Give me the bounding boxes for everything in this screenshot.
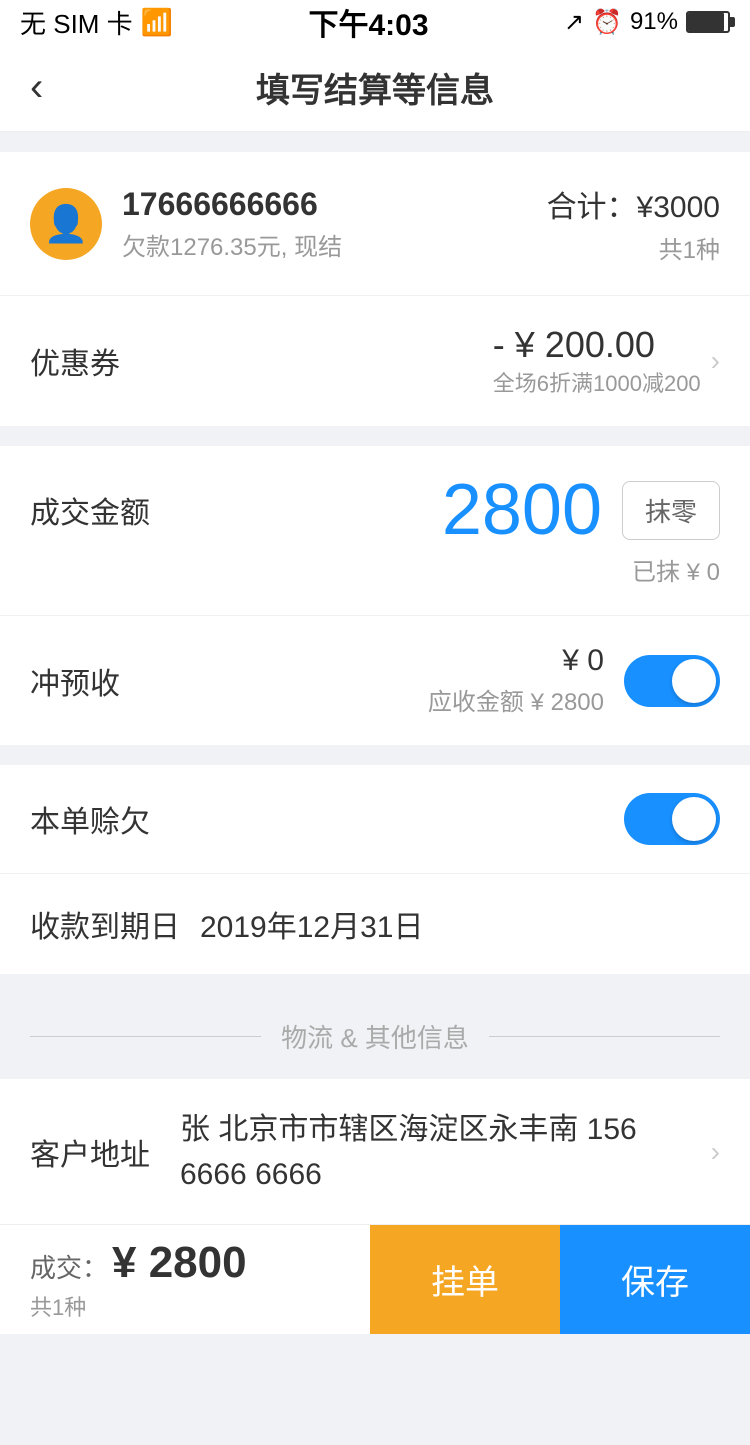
coupon-label: 优惠券: [30, 339, 120, 383]
status-time: 下午4:03: [308, 0, 428, 44]
coupon-sub: 全场6折满1000减200: [493, 366, 701, 398]
due-label: 收款到期日: [30, 902, 180, 946]
address-text: 张 北京市市辖区海淀区永丰南 156 6666 6666: [180, 1107, 711, 1197]
advance-amount: ¥ 0: [428, 644, 604, 678]
pending-button[interactable]: 挂单: [370, 1225, 560, 1334]
deal-row: 成交金额 2800 抹零: [30, 474, 720, 546]
alarm-icon: ⏰: [592, 8, 622, 37]
due-date-value: 2019年12月31日: [200, 902, 423, 946]
deal-label: 成交金额: [30, 488, 150, 532]
bottom-actions: 挂单 保存: [370, 1225, 750, 1334]
coupon-row[interactable]: 优惠券 - ¥ 200.00 全场6折满1000减200 ›: [0, 295, 750, 426]
credit-toggle-thumb: [672, 797, 716, 841]
user-info-card: 👤 17666666666 欠款1276.35元, 现结 合计：¥3000 共1…: [0, 152, 750, 426]
status-right: ↗ ⏰ 91%: [564, 8, 730, 37]
save-button[interactable]: 保存: [560, 1225, 750, 1334]
user-left: 👤 17666666666 欠款1276.35元, 现结: [30, 186, 342, 262]
address-chevron-icon: ›: [711, 1136, 720, 1168]
round-btn[interactable]: 抹零: [622, 481, 720, 540]
battery-text: 91%: [630, 8, 678, 36]
nav-bar: ‹ 填写结算等信息: [0, 44, 750, 132]
address-card: 客户地址 张 北京市市辖区海淀区永丰南 156 6666 6666 ›: [0, 1079, 750, 1225]
advance-right: ¥ 0 应收金额 ¥ 2800: [428, 644, 720, 717]
bottom-deal-row: 成交： ¥ 2800: [30, 1238, 340, 1288]
coupon-info: - ¥ 200.00 全场6折满1000减200: [493, 324, 701, 398]
advance-toggle[interactable]: [624, 655, 720, 707]
address-label: 客户地址: [30, 1130, 150, 1174]
avatar: 👤: [30, 188, 102, 260]
logistics-divider: 物流 & 其他信息: [0, 994, 750, 1079]
coupon-amount: - ¥ 200.00: [493, 324, 701, 366]
bottom-deal-label: 成交：: [30, 1248, 108, 1285]
advance-sub: 应收金额 ¥ 2800: [428, 682, 604, 717]
credit-label: 本单赊欠: [30, 797, 150, 841]
signal-text: 无 SIM 卡: [20, 4, 133, 41]
bottom-bar: 成交： ¥ 2800 共1种 挂单 保存: [0, 1224, 750, 1334]
toggle-thumb: [672, 659, 716, 703]
address-section[interactable]: 客户地址 张 北京市市辖区海淀区永丰南 156 6666 6666 ›: [0, 1079, 750, 1225]
advance-label: 冲预收: [30, 659, 120, 703]
user-phone: 17666666666: [122, 186, 342, 223]
deal-sub-text: 已抹 ¥ 0: [30, 552, 720, 587]
deal-right: 2800 抹零: [442, 474, 720, 546]
page-title: 填写结算等信息: [256, 63, 494, 112]
user-right: 合计：¥3000 共1种: [547, 182, 720, 265]
total-amount: 合计：¥3000: [547, 182, 720, 226]
advance-amount-block: ¥ 0 应收金额 ¥ 2800: [428, 644, 604, 717]
user-sub-text: 欠款1276.35元, 现结: [122, 227, 342, 262]
credit-card: 本单赊欠 收款到期日 2019年12月31日: [0, 765, 750, 974]
credit-section: 本单赊欠: [0, 765, 750, 873]
back-button[interactable]: ‹: [30, 65, 90, 110]
chevron-right-icon: ›: [711, 345, 720, 377]
status-bar: 无 SIM 卡 📶 下午4:03 ↗ ⏰ 91%: [0, 0, 750, 44]
advance-section: 冲预收 ¥ 0 应收金额 ¥ 2800: [0, 615, 750, 745]
deal-card: 成交金额 2800 抹零 已抹 ¥ 0 冲预收 ¥ 0 应收金额 ¥ 2800: [0, 446, 750, 745]
coupon-right: - ¥ 200.00 全场6折满1000减200 ›: [493, 324, 720, 398]
total-count: 共1种: [547, 230, 720, 265]
logistics-label: 物流 & 其他信息: [281, 1018, 469, 1055]
credit-toggle[interactable]: [624, 793, 720, 845]
divider-right: [489, 1036, 720, 1037]
status-left: 无 SIM 卡 📶: [20, 4, 173, 41]
battery-icon: [686, 11, 730, 33]
due-date-row: 收款到期日 2019年12月31日: [30, 902, 720, 946]
bottom-count: 共1种: [30, 1290, 340, 1322]
bottom-deal-amount: ¥ 2800: [112, 1238, 247, 1288]
due-date-section: 收款到期日 2019年12月31日: [0, 873, 750, 974]
user-detail: 17666666666 欠款1276.35元, 现结: [122, 186, 342, 262]
user-info-row: 👤 17666666666 欠款1276.35元, 现结 合计：¥3000 共1…: [0, 152, 750, 295]
divider-left: [30, 1036, 261, 1037]
deal-amount-value: 2800: [442, 474, 602, 546]
location-icon: ↗: [564, 8, 584, 37]
wifi-icon: 📶: [141, 7, 173, 38]
avatar-icon: 👤: [44, 203, 89, 245]
advance-row: 冲预收 ¥ 0 应收金额 ¥ 2800: [30, 644, 720, 717]
deal-amount-section: 成交金额 2800 抹零 已抹 ¥ 0: [0, 446, 750, 615]
bottom-summary: 成交： ¥ 2800 共1种: [0, 1238, 370, 1322]
